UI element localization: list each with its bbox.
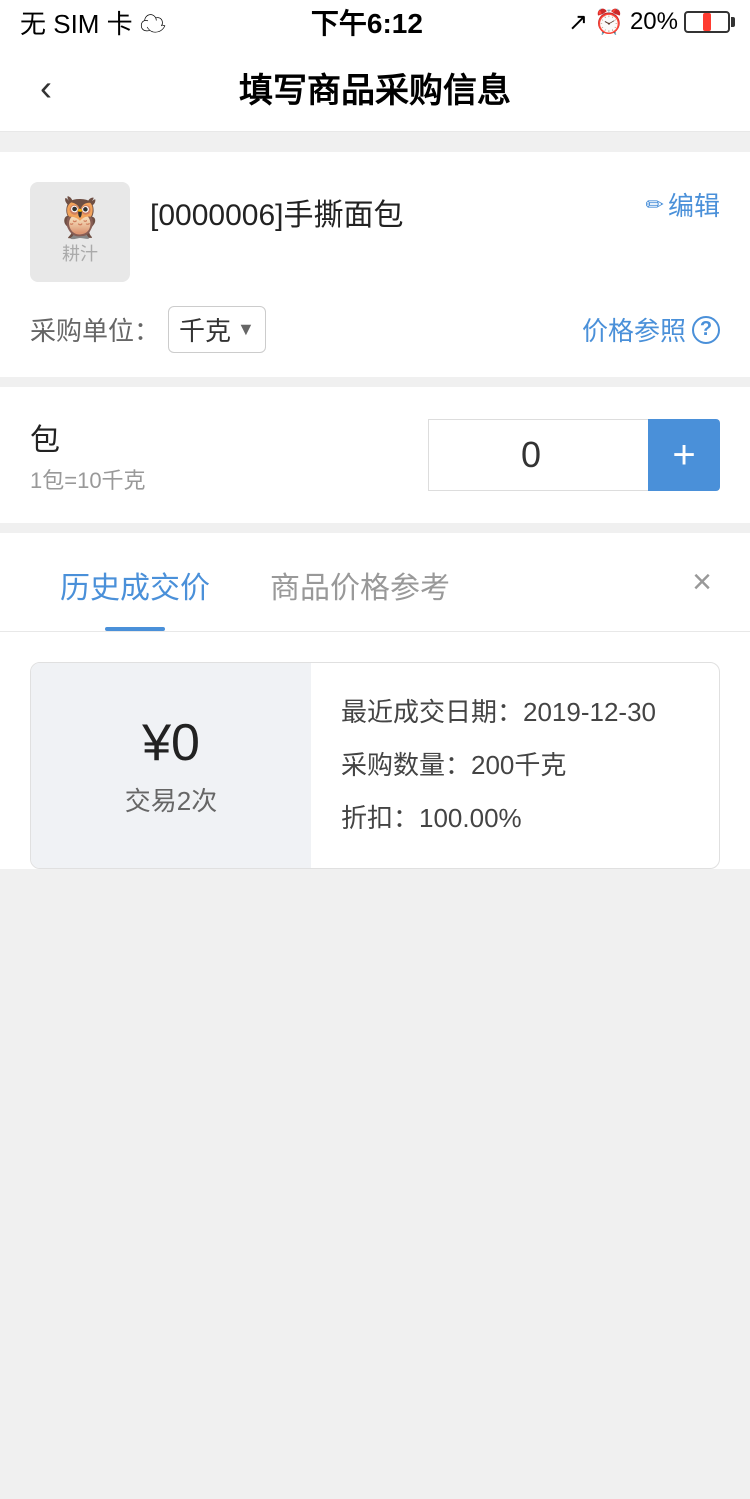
transaction-qty-label: 采购数量： bbox=[341, 750, 471, 780]
quantity-section: 包 1包=10千克 + bbox=[0, 379, 750, 523]
product-icon: 🦉 bbox=[55, 198, 105, 238]
transaction-date-label: 最近成交日期： bbox=[341, 697, 523, 727]
status-right: ↗ ⏰ 20% bbox=[568, 8, 730, 37]
qty-input-wrap: + bbox=[428, 419, 720, 491]
unit-value: 千克 bbox=[179, 311, 231, 348]
transaction-date-row: 最近成交日期：2019-12-30 bbox=[341, 693, 689, 732]
location-icon: ↗ bbox=[568, 8, 588, 37]
product-unit-row: 采购单位： 千克 ▼ 价格参照 ? bbox=[30, 306, 720, 353]
unit-select-arrow: ▼ bbox=[237, 319, 255, 340]
transaction-qty-value: 200千克 bbox=[471, 750, 566, 780]
quantity-input[interactable] bbox=[428, 419, 648, 491]
edit-button[interactable]: ✏ 编辑 bbox=[646, 182, 720, 227]
transaction-card: ¥0 交易2次 最近成交日期：2019-12-30 采购数量：200千克 折扣：… bbox=[30, 662, 720, 869]
transaction-price: ¥0 bbox=[142, 713, 200, 773]
product-icon-label: 耕汁 bbox=[62, 240, 98, 266]
price-ref-icon: ? bbox=[692, 316, 720, 344]
product-left: 🦉 耕汁 [0000006]手撕面包 bbox=[30, 182, 403, 282]
qty-unit: 包 bbox=[30, 415, 146, 459]
battery-fill bbox=[703, 13, 711, 31]
battery-percent: 20% bbox=[630, 8, 678, 36]
transaction-date-value: 2019-12-30 bbox=[523, 697, 656, 727]
product-thumbnail: 🦉 耕汁 bbox=[30, 182, 130, 282]
edit-label: 编辑 bbox=[668, 186, 720, 223]
transaction-right: 最近成交日期：2019-12-30 采购数量：200千克 折扣：100.00% bbox=[311, 663, 719, 868]
tabs-list: 历史成交价 商品价格参考 bbox=[30, 533, 480, 631]
battery-icon bbox=[684, 11, 730, 33]
nav-bar: ‹ 填写商品采购信息 bbox=[0, 44, 750, 132]
bottom-area bbox=[0, 899, 750, 1499]
product-name: [0000006]手撕面包 bbox=[150, 190, 403, 234]
tabs-section: 历史成交价 商品价格参考 × ¥0 交易2次 最近成交日期：2019-12-30… bbox=[0, 525, 750, 869]
product-header: 🦉 耕汁 [0000006]手撕面包 ✏ 编辑 bbox=[30, 182, 720, 282]
signal-text: 无 SIM 卡 ☁ bbox=[20, 4, 166, 41]
status-bar: 无 SIM 卡 ☁ 下午6:12 ↗ ⏰ 20% bbox=[0, 0, 750, 44]
page-title: 填写商品采购信息 bbox=[239, 63, 511, 112]
status-time: 下午6:12 bbox=[311, 2, 423, 42]
qty-label-wrap: 包 1包=10千克 bbox=[30, 415, 146, 495]
tabs-header: 历史成交价 商品价格参考 × bbox=[0, 533, 750, 632]
tabs-close-button[interactable]: × bbox=[684, 555, 720, 610]
transaction-discount-label: 折扣： bbox=[341, 803, 419, 833]
transaction-discount-row: 折扣：100.00% bbox=[341, 799, 689, 838]
unit-select[interactable]: 千克 ▼ bbox=[168, 306, 266, 353]
alarm-icon: ⏰ bbox=[594, 8, 624, 37]
back-button[interactable]: ‹ bbox=[30, 57, 62, 119]
tab-product-price-ref[interactable]: 商品价格参考 bbox=[240, 533, 480, 631]
price-ref-button[interactable]: 价格参照 ? bbox=[582, 311, 720, 348]
unit-label: 采购单位： bbox=[30, 311, 160, 348]
tab-history-price[interactable]: 历史成交价 bbox=[30, 533, 240, 631]
edit-icon: ✏ bbox=[646, 192, 664, 218]
quantity-plus-button[interactable]: + bbox=[648, 419, 720, 491]
transaction-qty-row: 采购数量：200千克 bbox=[341, 746, 689, 785]
transaction-discount-value: 100.00% bbox=[419, 803, 522, 833]
qty-conversion: 1包=10千克 bbox=[30, 463, 146, 495]
transaction-left: ¥0 交易2次 bbox=[31, 663, 311, 868]
transaction-count: 交易2次 bbox=[125, 781, 217, 818]
price-ref-label: 价格参照 bbox=[582, 311, 686, 348]
product-card: 🦉 耕汁 [0000006]手撕面包 ✏ 编辑 采购单位： 千克 ▼ 价格参照 … bbox=[0, 152, 750, 377]
status-left: 无 SIM 卡 ☁ bbox=[20, 4, 166, 41]
